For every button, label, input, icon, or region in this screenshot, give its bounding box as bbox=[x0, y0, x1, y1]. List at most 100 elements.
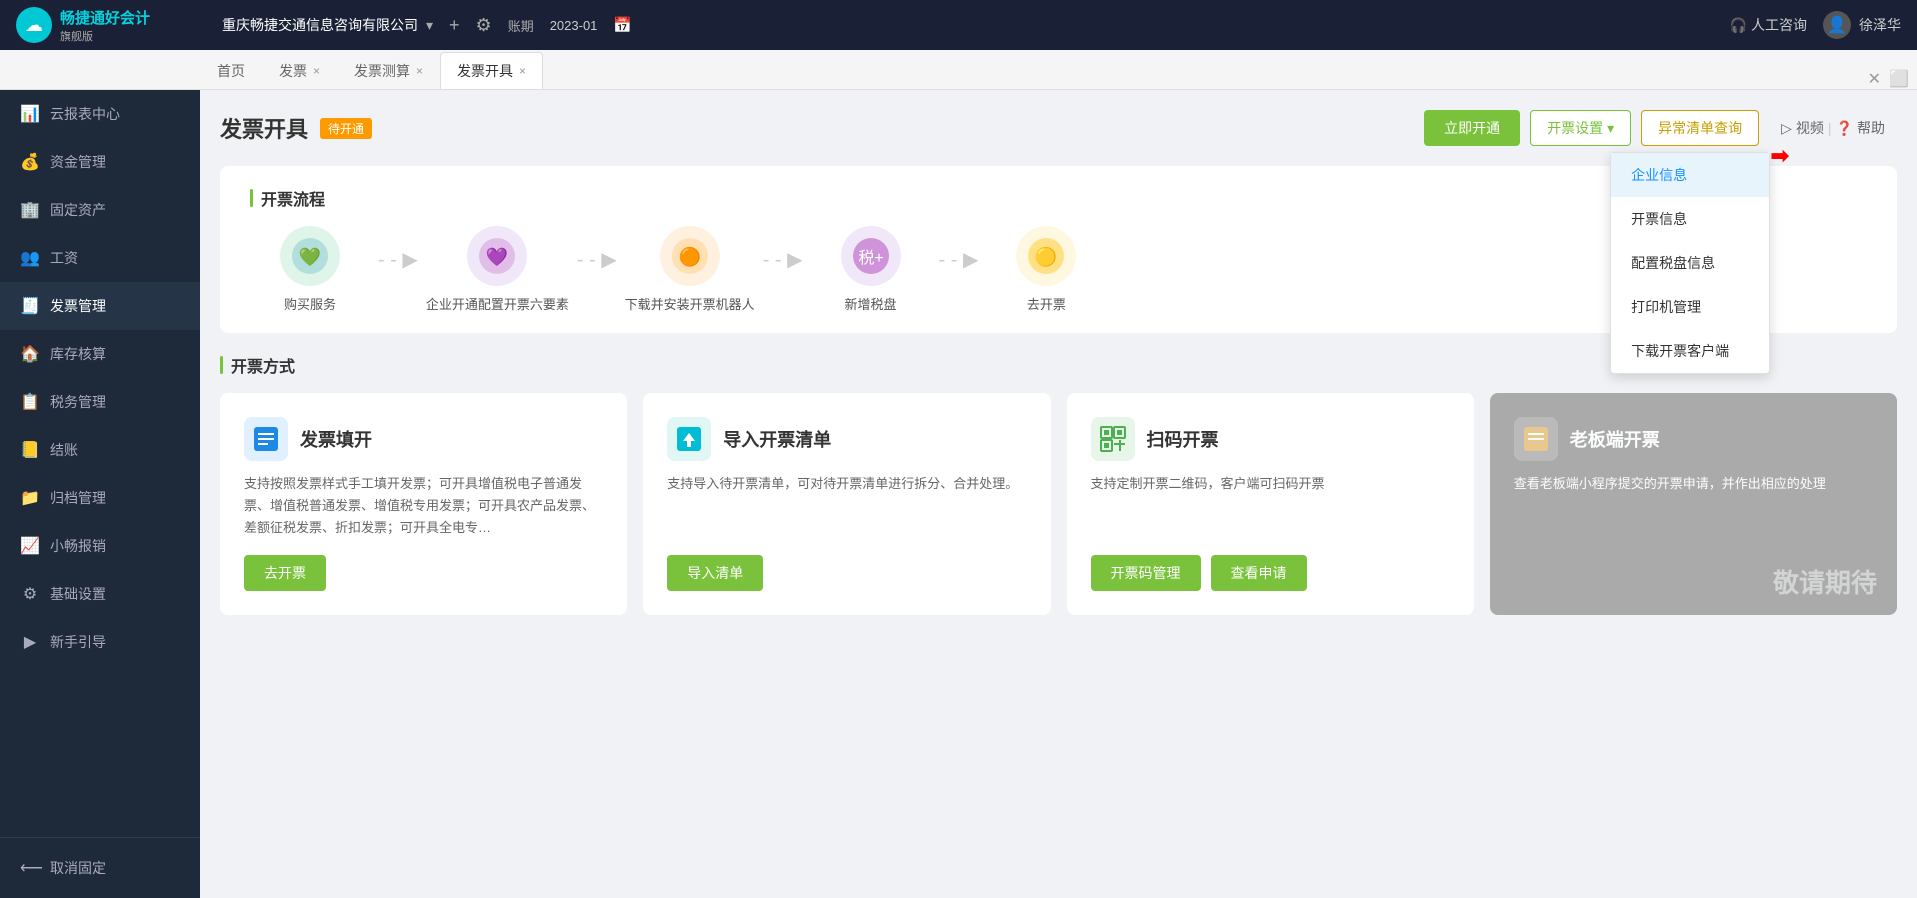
step-2-label: 企业开通配置开票六要素 bbox=[426, 294, 569, 313]
company-selector[interactable]: 重庆畅捷交通信息咨询有限公司 ▾ bbox=[222, 15, 433, 35]
tab-bar: 首页 发票 × 发票测算 × 发票开具 × ✕ ⬜ bbox=[0, 50, 1917, 90]
tab-home[interactable]: 首页 bbox=[200, 52, 262, 89]
import-invoice-desc: 支持导入待开票清单，可对待开票清单进行拆分、合并处理。 bbox=[667, 473, 1026, 539]
sidebar-bottom: ⟵ 取消固定 bbox=[0, 837, 200, 898]
svg-text:💚: 💚 bbox=[299, 247, 322, 267]
sidebar-item-reports[interactable]: 📊 云报表中心 bbox=[0, 90, 200, 138]
method-card-fill-header: 发票填开 bbox=[244, 417, 603, 461]
tab-invoice-calc-close[interactable]: × bbox=[416, 64, 423, 78]
scan-invoice-apply-button[interactable]: 查看申请 bbox=[1211, 555, 1307, 591]
sidebar-item-invoice[interactable]: 🧾 发票管理 bbox=[0, 282, 200, 330]
activate-button[interactable]: 立即开通 bbox=[1424, 110, 1520, 146]
tab-invoice[interactable]: 发票 × bbox=[262, 52, 337, 89]
sidebar-item-settings-label: 基础设置 bbox=[50, 584, 106, 604]
sidebar-item-expense-label: 小畅报销 bbox=[50, 536, 106, 556]
red-arrow-indicator: ➡ bbox=[1771, 143, 1789, 169]
status-badge: 待开通 bbox=[320, 118, 372, 139]
content-area: 发票开具 待开通 立即开通 开票设置 ▾ ➡ 企业信息 开 bbox=[200, 90, 1917, 898]
step-3-label: 下载并安装开票机器人 bbox=[625, 294, 755, 313]
method-card-import-header: 导入开票清单 bbox=[667, 417, 1026, 461]
question-icon: ❓ bbox=[1836, 120, 1853, 137]
settings-sidebar-icon: ⚙ bbox=[20, 584, 40, 604]
calendar-icon[interactable]: 📅 bbox=[613, 16, 632, 34]
sidebar-item-archive-label: 归档管理 bbox=[50, 488, 106, 508]
sidebar-item-finance-label: 资金管理 bbox=[50, 152, 106, 172]
flow-step-4: 税+ 新增税盘 bbox=[811, 226, 931, 313]
import-invoice-icon bbox=[667, 417, 711, 461]
period-label: 账期 bbox=[508, 16, 534, 35]
top-right: 🎧 人工咨询 👤 徐泽华 bbox=[1730, 11, 1901, 39]
flow-step-1: 💚 购买服务 bbox=[250, 226, 370, 313]
sidebar-item-tax-label: 税务管理 bbox=[50, 392, 106, 412]
sidebar-item-unpin-label: 取消固定 bbox=[50, 858, 106, 878]
dropdown-item-tax-config[interactable]: 配置税盘信息 bbox=[1611, 241, 1769, 285]
dropdown-item-company[interactable]: 企业信息 bbox=[1611, 153, 1769, 197]
sidebar-item-assets[interactable]: 🏢 固定资产 bbox=[0, 186, 200, 234]
support-button[interactable]: 🎧 人工咨询 bbox=[1730, 15, 1807, 35]
inventory-icon: 🏠 bbox=[20, 344, 40, 364]
sidebar-item-finance[interactable]: 💰 资金管理 bbox=[0, 138, 200, 186]
sidebar-item-closing-label: 结账 bbox=[50, 440, 78, 460]
fill-invoice-title: 发票填开 bbox=[300, 426, 372, 452]
coming-soon-overlay: 敬请期待 bbox=[1773, 563, 1877, 600]
dropdown-item-billing-info[interactable]: 开票信息 bbox=[1611, 197, 1769, 241]
exception-button[interactable]: 异常清单查询 bbox=[1641, 110, 1759, 146]
tab-invoice-issue-close[interactable]: × bbox=[519, 64, 526, 78]
finance-icon: 💰 bbox=[20, 152, 40, 172]
page-title-area: 发票开具 待开通 bbox=[220, 112, 372, 144]
sidebar-item-archive[interactable]: 📁 归档管理 bbox=[0, 474, 200, 522]
chevron-down-icon: ▾ bbox=[426, 17, 433, 34]
sidebar-item-guide[interactable]: ▶ 新手引导 bbox=[0, 618, 200, 666]
sidebar: 📊 云报表中心 💰 资金管理 🏢 固定资产 👥 工资 🧾 发票管理 🏠 库存核算… bbox=[0, 90, 200, 898]
fill-invoice-desc: 支持按照发票样式手工填开发票；可开具增值税电子普通发票、增值税普通发票、增值税专… bbox=[244, 473, 603, 539]
archive-icon: 📁 bbox=[20, 488, 40, 508]
step-4-label: 新增税盘 bbox=[845, 294, 897, 313]
method-card-boss: 老板端开票 查看老板端小程序提交的开票申请，并作出相应的处理 敬请期待 bbox=[1490, 393, 1897, 615]
scan-invoice-manage-button[interactable]: 开票码管理 bbox=[1091, 555, 1201, 591]
guide-icon: ▶ bbox=[20, 632, 40, 652]
method-card-boss-header: 老板端开票 bbox=[1514, 417, 1873, 461]
settings-button-label: 开票设置 bbox=[1547, 118, 1603, 138]
sidebar-item-salary[interactable]: 👥 工资 bbox=[0, 234, 200, 282]
tab-invoice-issue[interactable]: 发票开具 × bbox=[440, 52, 543, 89]
flow-step-2: 💜 企业开通配置开票六要素 bbox=[426, 226, 569, 313]
sidebar-item-tax[interactable]: 📋 税务管理 bbox=[0, 378, 200, 426]
sidebar-item-guide-label: 新手引导 bbox=[50, 632, 106, 652]
scan-invoice-desc: 支持定制开票二维码，客户端可扫码开票 bbox=[1091, 473, 1450, 539]
tab-invoice-issue-label: 发票开具 bbox=[457, 61, 513, 81]
method-card-import: 导入开票清单 支持导入待开票清单，可对待开票清单进行拆分、合并处理。 导入清单 bbox=[643, 393, 1050, 615]
method-card-fill: 发票填开 支持按照发票样式手工填开发票；可开具增值税电子普通发票、增值税普通发票… bbox=[220, 393, 627, 615]
settings-dropdown-menu: ➡ 企业信息 开票信息 配置税盘信息 打印机管理 下载开票客户端 bbox=[1610, 152, 1770, 374]
close-tab-button[interactable]: ✕ bbox=[1868, 69, 1881, 89]
method-card-scan: 扫码开票 支持定制开票二维码，客户端可扫码开票 开票码管理 查看申请 bbox=[1067, 393, 1474, 615]
sidebar-item-unpin[interactable]: ⟵ 取消固定 bbox=[0, 848, 200, 888]
sidebar-item-inventory-label: 库存核算 bbox=[50, 344, 106, 364]
sidebar-item-expense[interactable]: 📈 小畅报销 bbox=[0, 522, 200, 570]
expense-icon: 📈 bbox=[20, 536, 40, 556]
dropdown-arrow-icon: ▾ bbox=[1607, 120, 1614, 137]
step-4-icon: 税+ bbox=[841, 226, 901, 286]
headset-icon: 🎧 bbox=[1730, 17, 1747, 34]
video-button[interactable]: ▷ 视频 | ❓ 帮助 bbox=[1769, 111, 1897, 145]
svg-text:🟠: 🟠 bbox=[678, 246, 700, 267]
closing-icon: 📒 bbox=[20, 440, 40, 460]
sidebar-item-closing[interactable]: 📒 结账 bbox=[0, 426, 200, 474]
user-name: 徐泽华 bbox=[1859, 15, 1901, 35]
import-invoice-button[interactable]: 导入清单 bbox=[667, 555, 763, 591]
sidebar-item-settings[interactable]: ⚙ 基础设置 bbox=[0, 570, 200, 618]
settings-button[interactable]: 开票设置 ▾ bbox=[1530, 110, 1631, 146]
tab-invoice-close[interactable]: × bbox=[313, 64, 320, 78]
dropdown-item-download[interactable]: 下载开票客户端 bbox=[1611, 329, 1769, 373]
sidebar-item-inventory[interactable]: 🏠 库存核算 bbox=[0, 330, 200, 378]
fill-invoice-go-button[interactable]: 去开票 bbox=[244, 555, 326, 591]
tab-invoice-label: 发票 bbox=[279, 61, 307, 81]
settings-icon[interactable]: ⚙ bbox=[476, 15, 492, 36]
add-icon[interactable]: + bbox=[449, 15, 460, 36]
tab-home-label: 首页 bbox=[217, 61, 245, 81]
import-invoice-title: 导入开票清单 bbox=[723, 426, 831, 452]
user-info[interactable]: 👤 徐泽华 bbox=[1823, 11, 1901, 39]
dropdown-item-printer[interactable]: 打印机管理 bbox=[1611, 285, 1769, 329]
tab-invoice-calc[interactable]: 发票测算 × bbox=[337, 52, 440, 89]
maximize-button[interactable]: ⬜ bbox=[1889, 69, 1909, 89]
sidebar-item-assets-label: 固定资产 bbox=[50, 200, 106, 220]
